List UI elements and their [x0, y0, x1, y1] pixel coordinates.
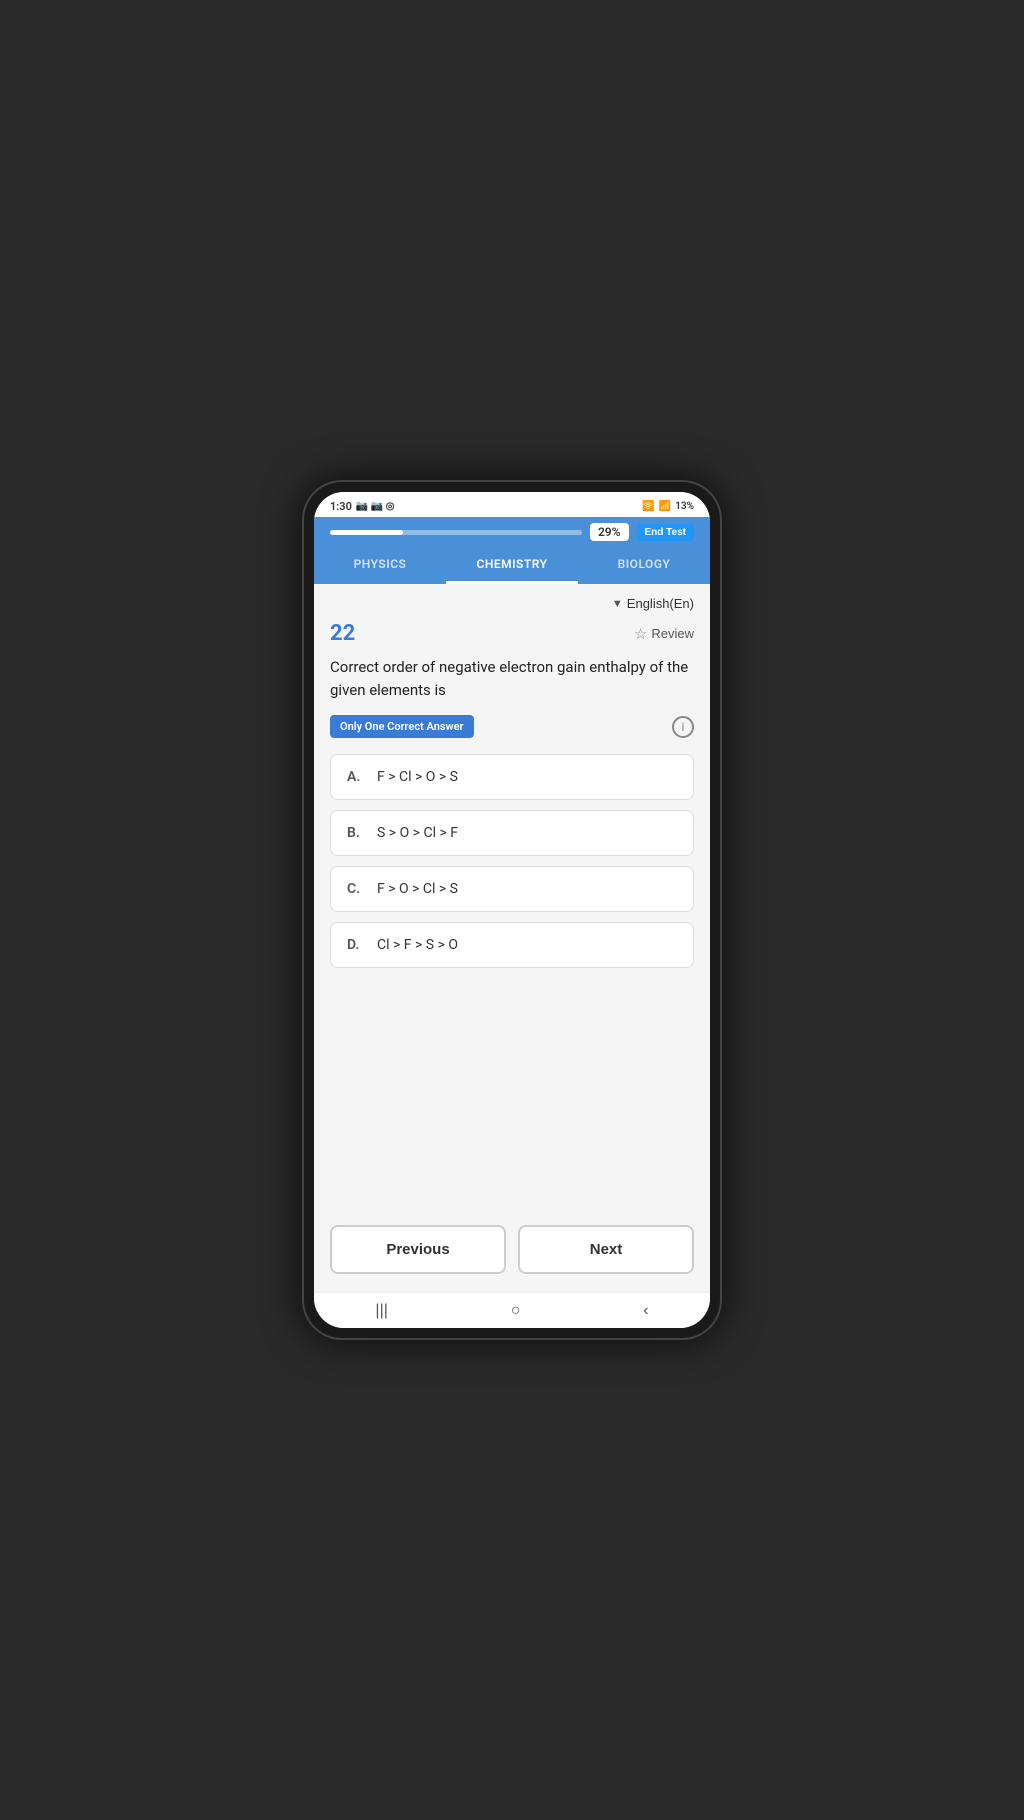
battery-label: 13%	[675, 501, 694, 512]
question-number: 22	[330, 621, 355, 646]
progress-bar-fill	[330, 530, 403, 535]
review-button[interactable]: ☆ Review	[634, 625, 694, 643]
phone-frame: 1:30 📷 📷 ◎ 🛜 📶 13% 29% End Test PHYSI	[302, 480, 722, 1340]
option-a-label: A.	[347, 769, 365, 785]
option-b-label: B.	[347, 825, 365, 841]
option-b[interactable]: B. S > O > Cl > F	[330, 810, 694, 856]
status-bar: 1:30 📷 📷 ◎ 🛜 📶 13%	[314, 492, 710, 517]
badge-row: Only One Correct Answer i	[330, 715, 694, 738]
question-text: Correct order of negative electron gain …	[330, 656, 694, 701]
star-icon: ☆	[634, 625, 647, 643]
tab-bar: PHYSICS CHEMISTRY BIOLOGY	[314, 547, 710, 584]
tab-physics[interactable]: PHYSICS	[314, 547, 446, 584]
tab-chemistry[interactable]: CHEMISTRY	[446, 547, 578, 584]
question-header: 22 ☆ Review	[330, 621, 694, 646]
option-a[interactable]: A. F > Cl > O > S	[330, 754, 694, 800]
chevron-down-icon: ▼	[612, 598, 623, 610]
status-icons: 📷 📷 ◎	[356, 501, 395, 512]
signal-icon: 📶	[659, 501, 671, 512]
status-time: 1:30	[330, 500, 352, 513]
language-selector[interactable]: ▼ English(En)	[612, 596, 694, 611]
progress-bar-container	[330, 530, 582, 535]
info-icon[interactable]: i	[672, 716, 694, 738]
status-left: 1:30 📷 📷 ◎	[330, 500, 394, 513]
progress-label: 29%	[590, 523, 629, 541]
end-test-button[interactable]: End Test	[637, 524, 694, 541]
language-label: English(En)	[627, 596, 694, 611]
option-c-text: F > O > Cl > S	[377, 881, 458, 897]
nav-buttons: Previous Next	[330, 1215, 694, 1280]
tab-biology[interactable]: BIOLOGY	[578, 547, 710, 584]
review-label: Review	[651, 626, 694, 641]
option-d[interactable]: D. Cl > F > S > O	[330, 922, 694, 968]
option-c[interactable]: C. F > O > Cl > S	[330, 866, 694, 912]
option-d-label: D.	[347, 937, 365, 953]
option-d-text: Cl > F > S > O	[377, 937, 458, 953]
home-button[interactable]: ○	[499, 1298, 533, 1324]
options-list: A. F > Cl > O > S B. S > O > Cl > F C. F…	[330, 754, 694, 968]
previous-button[interactable]: Previous	[330, 1225, 506, 1274]
status-right: 🛜 📶 13%	[642, 501, 694, 512]
progress-area: 29% End Test	[314, 517, 710, 547]
bottom-nav-bar: ||| ○ ‹	[314, 1292, 710, 1328]
language-row: ▼ English(En)	[330, 596, 694, 611]
menu-button[interactable]: |||	[363, 1298, 399, 1324]
next-button[interactable]: Next	[518, 1225, 694, 1274]
option-b-text: S > O > Cl > F	[377, 825, 458, 841]
option-c-label: C.	[347, 881, 365, 897]
wifi-icon: 🛜	[642, 501, 654, 512]
progress-row: 29% End Test	[330, 523, 694, 541]
option-a-text: F > Cl > O > S	[377, 769, 458, 785]
back-button[interactable]: ‹	[631, 1298, 660, 1324]
answer-type-badge: Only One Correct Answer	[330, 715, 474, 738]
phone-screen: 1:30 📷 📷 ◎ 🛜 📶 13% 29% End Test PHYSI	[314, 492, 710, 1328]
main-content: ▼ English(En) 22 ☆ Review Correct order …	[314, 584, 710, 1292]
